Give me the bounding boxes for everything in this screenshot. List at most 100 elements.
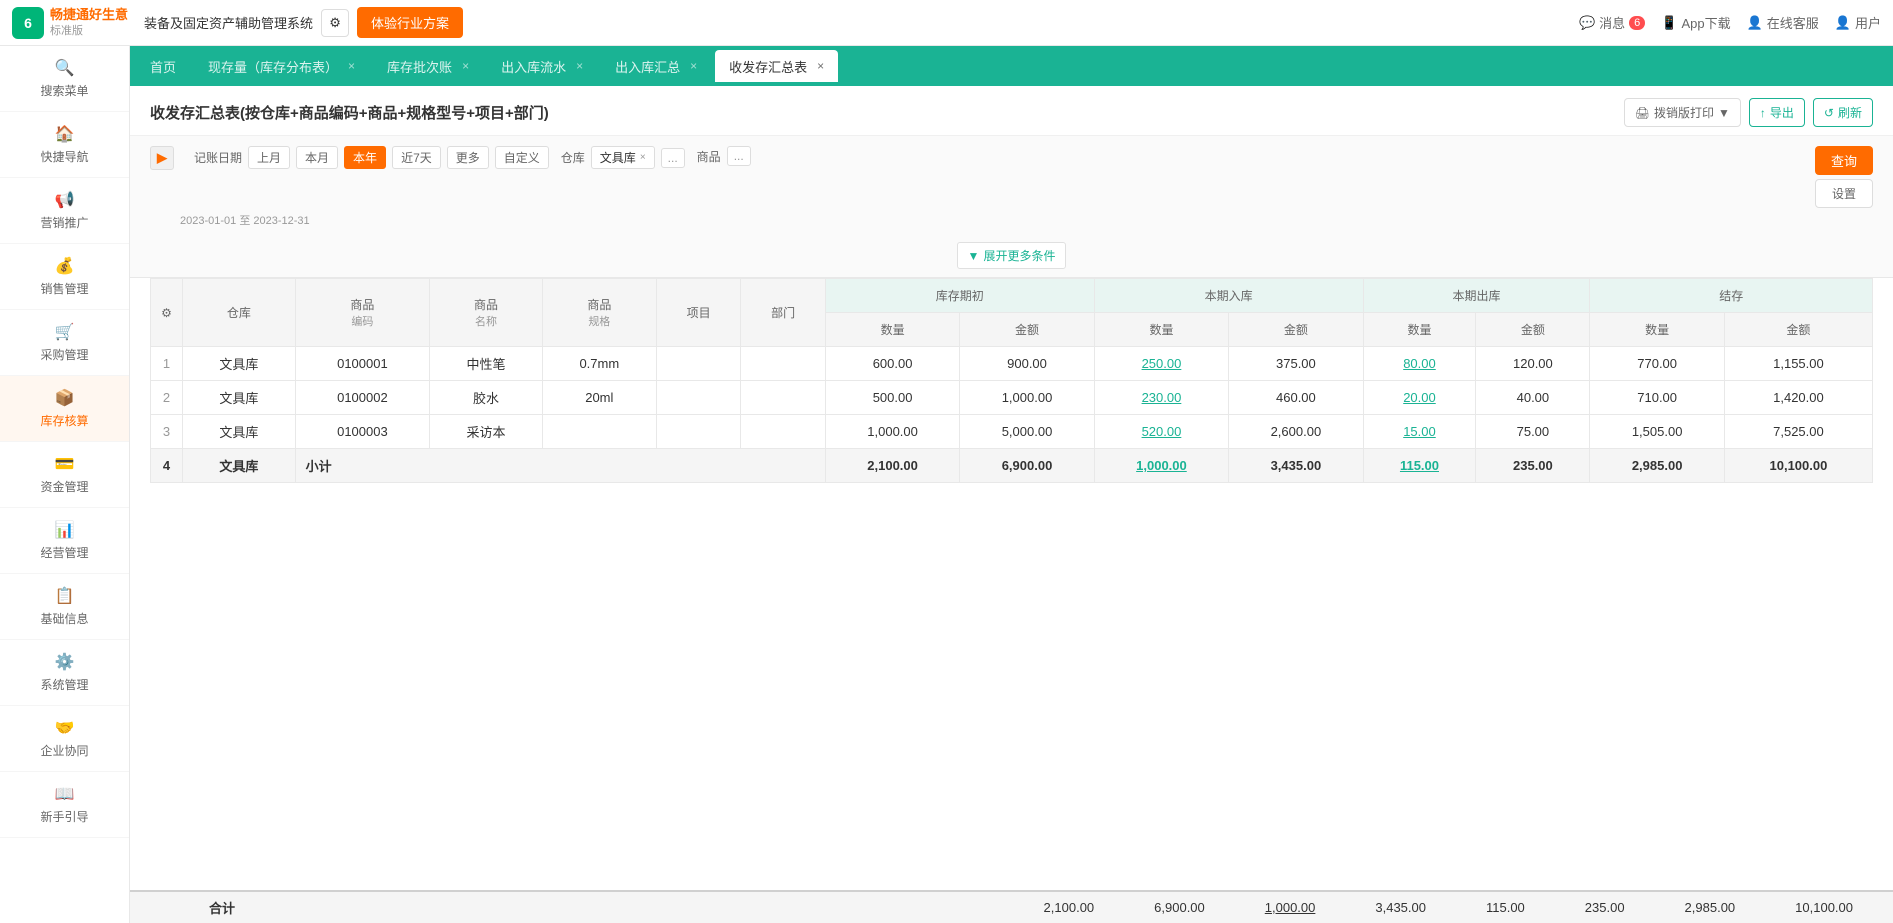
export-icon: ↑: [1760, 106, 1766, 120]
tab-close-inventory-dist[interactable]: ×: [348, 59, 355, 73]
sidebar-item-label-enterprise: 企业协同: [40, 742, 88, 759]
date-last-month[interactable]: 上月: [248, 146, 290, 169]
user-label: 用户: [1855, 13, 1881, 32]
sidebar-item-sales[interactable]: 💰销售管理: [0, 244, 129, 310]
row-out-qty[interactable]: 15.00: [1363, 415, 1476, 449]
app-download-button[interactable]: 📱 App下载: [1661, 13, 1730, 32]
expand-row: ▼ 展开更多条件: [150, 228, 1873, 271]
warehouse-ellipsis[interactable]: ...: [661, 148, 685, 168]
table-body: 1 文具库 0100001 中性笔 0.7mm 600.00 900.00 25…: [151, 347, 1873, 483]
row-spec: 0.7mm: [542, 347, 656, 381]
sidebar-item-label-operation: 经营管理: [40, 544, 88, 561]
col-settings[interactable]: ⚙: [151, 279, 183, 347]
row-warehouse: 文具库: [183, 381, 296, 415]
sidebar-item-operation[interactable]: 📊 经营管理: [0, 508, 129, 574]
tab-inventory-dist[interactable]: 现存量（库存分布表）×: [194, 50, 369, 82]
tab-close-inout-flow[interactable]: ×: [576, 59, 583, 73]
sidebar-item-basic[interactable]: 📋基础信息: [0, 574, 129, 640]
row-out-amt: 75.00: [1476, 415, 1590, 449]
date-this-month[interactable]: 本月: [296, 146, 338, 169]
print-button[interactable]: 🖨 拨销版打印 ▼: [1624, 98, 1741, 127]
tab-close-receive-summary[interactable]: ×: [817, 59, 824, 73]
online-service-button[interactable]: 👤 在线客服: [1747, 13, 1819, 32]
row-code: 0100003: [295, 415, 429, 449]
tab-label-inout-summary: 出入库汇总: [615, 57, 680, 76]
row-in-qty[interactable]: 520.00: [1094, 415, 1228, 449]
subtotal-out-qty[interactable]: 115.00: [1363, 449, 1476, 483]
table-row: 2 文具库 0100002 胶水 20ml 500.00 1,000.00 23…: [151, 381, 1873, 415]
row-spec: [542, 415, 656, 449]
message-button[interactable]: 💬 消息 6: [1579, 13, 1645, 32]
total-in-qty: 1,000.00: [1265, 900, 1316, 915]
row-out-qty[interactable]: 20.00: [1363, 381, 1476, 415]
search-icon: 🔍: [55, 58, 75, 78]
top-bar-left: 6 畅捷通好生意 标准版 装备及固定资产辅助管理系统 ⚙ 体验行业方案: [12, 7, 463, 39]
filter-fields: 记账日期 上月 本月 本年 近7天 更多 自定义 仓库: [194, 146, 1795, 169]
row-in-amt: 2,600.00: [1229, 415, 1363, 449]
row-open-amt: 5,000.00: [960, 415, 1094, 449]
tab-home[interactable]: 首页: [136, 50, 190, 82]
sidebar-item-purchase[interactable]: 🛒采购管理: [0, 310, 129, 376]
sidebar-item-finance[interactable]: 💳资金管理: [0, 442, 129, 508]
warehouse-tag-remove[interactable]: ×: [640, 152, 646, 163]
filter-section: ▶ 记账日期 上月 本月 本年 近7天 更多 自定义: [130, 136, 1893, 278]
service-icon: 👤: [1747, 15, 1763, 31]
subtotal-open-qty: 2,100.00: [825, 449, 959, 483]
total-out-amt: 235.00: [1585, 900, 1625, 915]
subtotal-warehouse: 文具库: [183, 449, 296, 483]
row-in-qty[interactable]: 230.00: [1094, 381, 1228, 415]
sidebar-item-system[interactable]: ⚙️系统管理: [0, 640, 129, 706]
tab-receive-summary[interactable]: 收发存汇总表×: [715, 50, 838, 82]
total-values: 2,100.00 6,900.00 1,000.00 3,435.00 115.…: [702, 900, 1873, 915]
sidebar-item-guide[interactable]: 📖新手引导: [0, 772, 129, 838]
sidebar-item-enterprise[interactable]: 🤝企业协同: [0, 706, 129, 772]
filter-inner: ▶ 记账日期 上月 本月 本年 近7天 更多 自定义: [150, 146, 1873, 208]
date-custom[interactable]: 自定义: [495, 146, 549, 169]
sidebar: 🔍搜索菜单🏠快捷导航📢营销推广💰销售管理🛒采购管理📦库存核算💳资金管理 📊 经营管理…: [0, 46, 130, 923]
tab-inout-summary[interactable]: 出入库汇总 ×: [601, 50, 711, 82]
subtotal-in-qty[interactable]: 1,000.00: [1094, 449, 1228, 483]
tab-close-batch-account[interactable]: ×: [462, 59, 469, 73]
message-icon: 💬: [1579, 15, 1595, 31]
filter-arrow-button[interactable]: ▶: [150, 146, 174, 170]
user-button[interactable]: 👤 用户: [1835, 13, 1881, 32]
filter-setting-button[interactable]: 设置: [1815, 179, 1873, 208]
row-out-amt: 40.00: [1476, 381, 1590, 415]
row-out-qty[interactable]: 80.00: [1363, 347, 1476, 381]
date-7days[interactable]: 近7天: [392, 146, 441, 169]
sidebar-item-marketing[interactable]: 📢营销推广: [0, 178, 129, 244]
tab-label-inout-flow: 出入库流水: [501, 57, 566, 76]
subtotal-close-amt: 10,100.00: [1724, 449, 1872, 483]
operation-icon: 📊: [55, 520, 75, 540]
date-this-year[interactable]: 本年: [344, 146, 386, 169]
refresh-button[interactable]: ↺ 刷新: [1813, 98, 1873, 127]
row-index: 3: [151, 415, 183, 449]
total-out-qty: 115.00: [1486, 900, 1525, 915]
print-icon: 🖨: [1635, 106, 1650, 120]
sidebar-item-inventory[interactable]: 📦库存核算: [0, 376, 129, 442]
row-in-qty[interactable]: 250.00: [1094, 347, 1228, 381]
sidebar-item-label-sales: 销售管理: [40, 280, 88, 297]
col-out-qty: 数量: [1363, 313, 1476, 347]
row-index: 2: [151, 381, 183, 415]
row-project: [656, 381, 741, 415]
expand-conditions-button[interactable]: ▼ 展开更多条件: [957, 242, 1067, 269]
tab-close-inout-summary[interactable]: ×: [690, 59, 697, 73]
total-opening-amt: 6,900.00: [1154, 900, 1205, 915]
settings-gear-button[interactable]: ⚙: [321, 9, 349, 37]
row-department: [741, 381, 826, 415]
goods-ellipsis[interactable]: ...: [727, 146, 751, 166]
total-label: 合计: [182, 898, 262, 917]
sidebar-item-search[interactable]: 🔍搜索菜单: [0, 46, 129, 112]
row-open-qty: 600.00: [825, 347, 959, 381]
col-spec-header: 商品规格: [542, 279, 656, 347]
sidebar-item-quick-nav[interactable]: 🏠快捷导航: [0, 112, 129, 178]
tab-inout-flow[interactable]: 出入库流水 ×: [487, 50, 597, 82]
tab-batch-account[interactable]: 库存批次账×: [373, 50, 483, 82]
date-more[interactable]: 更多: [447, 146, 489, 169]
col-department-header: 部门: [741, 279, 826, 347]
export-button[interactable]: ↑ 导出: [1749, 98, 1805, 127]
experience-button[interactable]: 体验行业方案: [357, 7, 463, 38]
query-button[interactable]: 查询: [1815, 146, 1873, 175]
warehouse-tag[interactable]: 文具库 ×: [591, 146, 655, 169]
